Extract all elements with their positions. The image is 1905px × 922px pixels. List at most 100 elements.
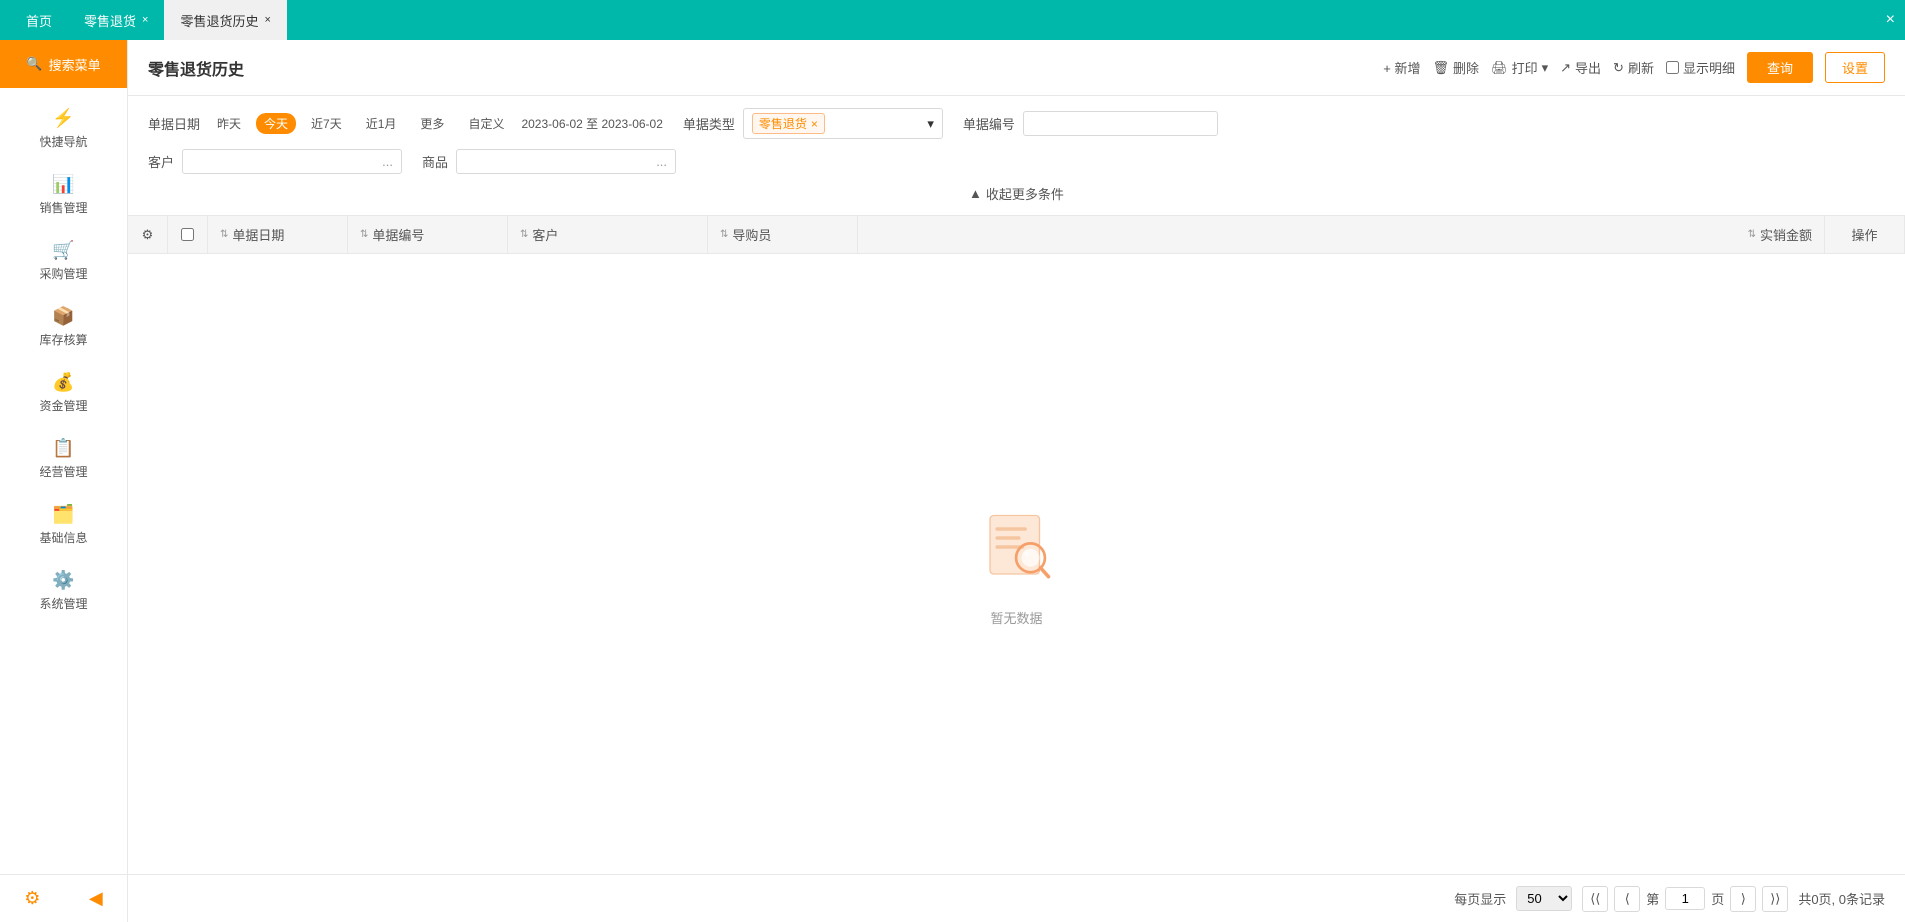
first-page-button[interactable]: ⟨⟨ [1582, 886, 1608, 912]
date-filter-options: 昨天 今天 近7天 近1月 更多 自定义 [208, 112, 513, 135]
doc-type-tag: 零售退货 × [752, 113, 825, 134]
table-header: ⚙ ⇅ 单据日期 ⇅ 单据编号 ⇅ 客户 ⇅ [128, 216, 1905, 254]
customer-input[interactable]: ... [182, 149, 402, 174]
close-retail-return-history-tab[interactable]: × [264, 14, 270, 26]
sidebar-footer: ⚙ ◀ [0, 874, 127, 922]
tab-retail-return[interactable]: 零售退货 × [68, 0, 164, 40]
export-button[interactable]: ↗ 导出 [1560, 58, 1601, 77]
new-button[interactable]: + 新增 [1383, 58, 1420, 77]
select-all-checkbox[interactable] [181, 228, 194, 241]
print-icon: 🖨 [1491, 60, 1508, 76]
th-date[interactable]: ⇅ 单据日期 [208, 216, 348, 253]
sales-icon: 📊 [52, 174, 74, 195]
sort-amount-icon: ⇅ [1748, 229, 1756, 240]
sidebar-item-operations[interactable]: 📋 经营管理 [0, 426, 127, 492]
goods-filter-item: 商品 ... [422, 149, 676, 174]
show-detail-checkbox[interactable] [1666, 61, 1679, 74]
content-area: 零售退货历史 + 新增 🗑 删除 🖨 打印 ▾ ↗ 导出 [128, 40, 1905, 922]
date-filter-item: 单据日期 昨天 今天 近7天 近1月 更多 自定义 2023-06-02 至 2… [148, 112, 663, 135]
date-btn-yesterday[interactable]: 昨天 [208, 112, 250, 135]
customer-filter-item: 客户 ... [148, 149, 402, 174]
settings-footer-icon[interactable]: ⚙ [24, 888, 40, 909]
purchase-icon: 🛒 [52, 240, 74, 261]
page-header: 零售退货历史 + 新增 🗑 删除 🖨 打印 ▾ ↗ 导出 [128, 40, 1905, 96]
date-btn-custom[interactable]: 自定义 [459, 112, 513, 135]
sort-num-icon: ⇅ [360, 229, 368, 240]
sidebar-item-purchase-mgmt[interactable]: 🛒 采购管理 [0, 228, 127, 294]
empty-illustration [972, 502, 1062, 592]
sidebar-item-basic-info[interactable]: 🗂️ 基础信息 [0, 492, 127, 558]
th-settings[interactable]: ⚙ [128, 216, 168, 253]
window-close-button[interactable]: × [1886, 11, 1895, 29]
finance-icon: 💰 [52, 372, 74, 393]
sort-customer-icon: ⇅ [520, 229, 528, 240]
basic-info-icon: 🗂️ [52, 504, 74, 525]
sidebar-item-label: 基础信息 [39, 529, 87, 546]
goods-input[interactable]: ... [456, 149, 676, 174]
sidebar-item-quick-nav[interactable]: ⚡ 快捷导航 [0, 96, 127, 162]
top-bar: 首页 零售退货 × 零售退货历史 × × [0, 0, 1905, 40]
customer-label: 客户 [148, 152, 174, 171]
sidebar-item-label: 经营管理 [39, 463, 87, 480]
doc-num-label: 单据编号 [963, 114, 1015, 133]
tab-retail-return-history[interactable]: 零售退货历史 × [164, 0, 286, 40]
filter-row-1: 单据日期 昨天 今天 近7天 近1月 更多 自定义 2023-06-02 至 2… [148, 108, 1885, 139]
show-detail-checkbox-label[interactable]: 显示明细 [1666, 58, 1735, 77]
th-amount[interactable]: ⇅ 实销金额 [858, 216, 1825, 253]
sidebar-item-sales-mgmt[interactable]: 📊 销售管理 [0, 162, 127, 228]
sort-date-icon: ⇅ [220, 229, 228, 240]
sidebar-item-system[interactable]: ⚙️ 系统管理 [0, 558, 127, 624]
collapse-button[interactable]: ▲ 收起更多条件 [148, 184, 1885, 203]
per-page-label: 每页显示 [1454, 889, 1506, 908]
th-customer[interactable]: ⇅ 客户 [508, 216, 708, 253]
select-dropdown-icon: ▾ [927, 116, 934, 132]
query-button[interactable]: 查询 [1747, 52, 1813, 83]
sidebar: 🔍 搜索菜单 ⚡ 快捷导航 📊 销售管理 🛒 采购管理 📦 库存核算 💰 [0, 40, 128, 922]
th-guide[interactable]: ⇅ 导购员 [708, 216, 858, 253]
prev-page-button[interactable]: ⟨ [1614, 886, 1640, 912]
doc-type-label: 单据类型 [683, 114, 735, 133]
date-range-display: 2023-06-02 至 2023-06-02 [521, 115, 662, 132]
settings-button[interactable]: 设置 [1825, 52, 1885, 83]
header-actions: + 新增 🗑 删除 🖨 打印 ▾ ↗ 导出 ↻ 刷新 [1383, 52, 1885, 83]
date-btn-today[interactable]: 今天 [256, 113, 296, 134]
doc-num-input[interactable] [1023, 111, 1218, 136]
sidebar-item-label: 库存核算 [39, 331, 87, 348]
date-btn-1month[interactable]: 近1月 [357, 112, 406, 135]
close-retail-return-tab[interactable]: × [142, 14, 148, 26]
settings-col-icon: ⚙ [142, 227, 154, 243]
date-btn-more[interactable]: 更多 [411, 112, 453, 135]
delete-icon: 🗑 [1433, 60, 1450, 76]
sidebar-search[interactable]: 🔍 搜索菜单 [0, 40, 127, 88]
delete-button[interactable]: 🗑 删除 [1433, 58, 1480, 77]
collapse-sidebar-icon[interactable]: ◀ [89, 888, 103, 909]
search-icon: 🔍 [26, 56, 42, 72]
tag-close-icon[interactable]: × [811, 117, 818, 131]
doc-type-select[interactable]: 零售退货 × ▾ [743, 108, 943, 139]
page-total-text: 共0页, 0条记录 [1798, 889, 1885, 908]
empty-state: 暂无数据 [128, 254, 1905, 874]
last-page-button[interactable]: ⟩⟩ [1762, 886, 1788, 912]
inventory-icon: 📦 [52, 306, 74, 327]
th-checkbox[interactable] [168, 216, 208, 253]
table-area: ⚙ ⇅ 单据日期 ⇅ 单据编号 ⇅ 客户 ⇅ [128, 216, 1905, 874]
doc-num-filter-item: 单据编号 [963, 111, 1218, 136]
date-btn-7days[interactable]: 近7天 [302, 112, 351, 135]
quick-nav-icon: ⚡ [52, 108, 74, 129]
tab-home[interactable]: 首页 [10, 0, 68, 40]
system-icon: ⚙️ [52, 570, 74, 591]
print-button[interactable]: 🖨 打印 ▾ [1491, 58, 1548, 77]
sidebar-item-inventory[interactable]: 📦 库存核算 [0, 294, 127, 360]
sidebar-item-label: 系统管理 [39, 595, 87, 612]
page-title: 零售退货历史 [148, 56, 244, 80]
sidebar-nav: ⚡ 快捷导航 📊 销售管理 🛒 采购管理 📦 库存核算 💰 资金管理 📋 [0, 88, 127, 874]
next-page-button[interactable]: ⟩ [1730, 886, 1756, 912]
sidebar-item-label: 快捷导航 [39, 133, 87, 150]
date-filter-label: 单据日期 [148, 114, 200, 133]
refresh-button[interactable]: ↻ 刷新 [1613, 58, 1654, 77]
page-number-input[interactable] [1665, 887, 1705, 910]
sidebar-item-finance[interactable]: 💰 资金管理 [0, 360, 127, 426]
per-page-select[interactable]: 50 10 20 100 [1516, 886, 1572, 911]
print-dropdown-icon: ▾ [1542, 60, 1549, 76]
th-num[interactable]: ⇅ 单据编号 [348, 216, 508, 253]
